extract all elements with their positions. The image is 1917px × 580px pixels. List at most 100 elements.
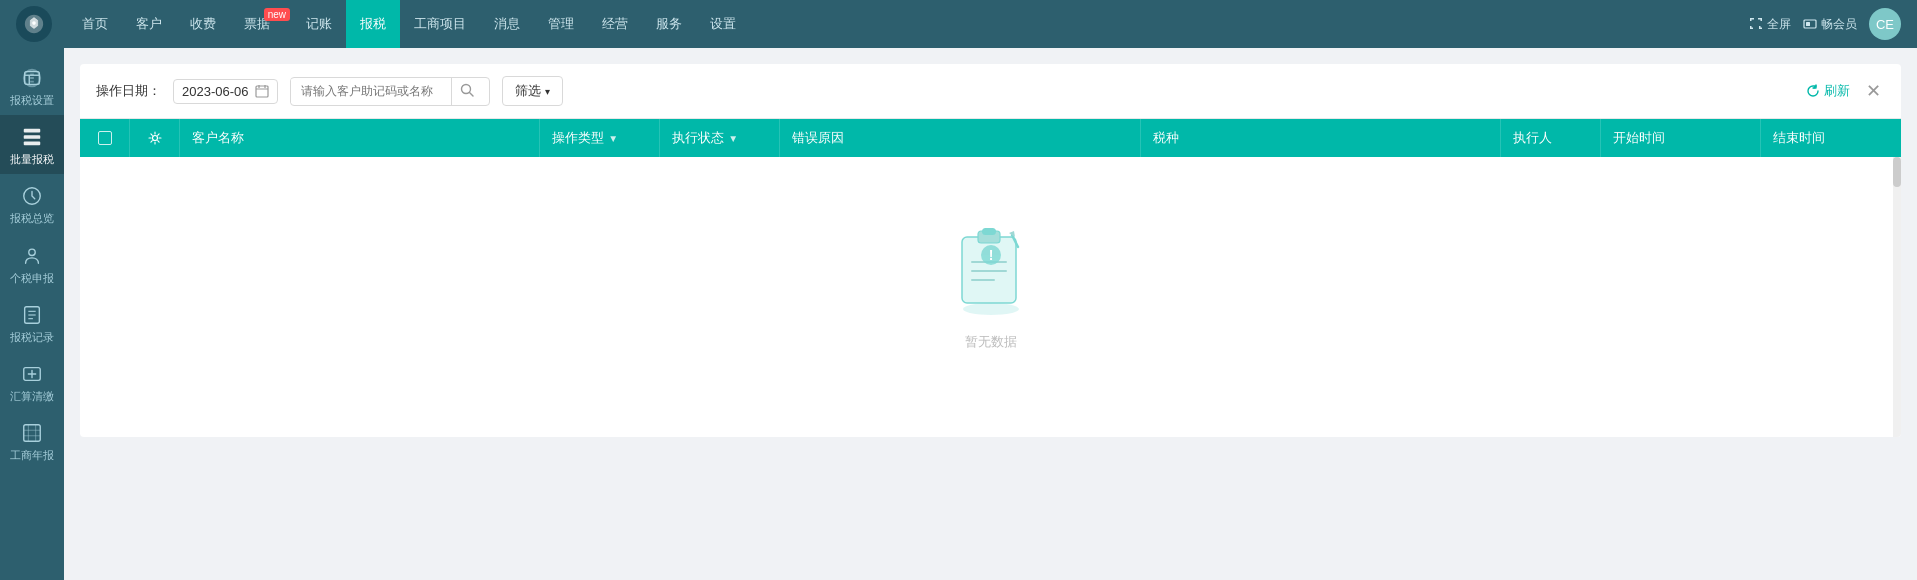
refresh-label: 刷新 xyxy=(1824,82,1850,100)
th-end-time: 结束时间 xyxy=(1761,119,1901,157)
sidebar-item-personal-tax[interactable]: 个税申报 xyxy=(0,234,64,293)
date-picker[interactable]: 2023-06-06 xyxy=(173,79,278,104)
empty-text: 暂无数据 xyxy=(965,333,1017,351)
nav-accounting[interactable]: 记账 xyxy=(292,0,346,48)
th-start-time-label: 开始时间 xyxy=(1613,129,1665,147)
svg-point-23 xyxy=(152,136,157,141)
settlement-icon xyxy=(20,362,44,386)
date-value: 2023-06-06 xyxy=(182,84,249,99)
sidebar-item-tax-overview[interactable]: 报税总览 xyxy=(0,174,64,233)
sidebar-label-batch-tax: 批量报税 xyxy=(10,153,54,166)
th-checkbox[interactable] xyxy=(80,119,130,157)
top-nav-right: 全屏 畅会员 CE xyxy=(1749,8,1901,40)
refresh-icon xyxy=(1806,84,1820,98)
close-button[interactable]: ✕ xyxy=(1862,80,1885,102)
sidebar-label-annual-report: 工商年报 xyxy=(10,449,54,462)
toolbar: 操作日期： 2023-06-06 xyxy=(80,64,1901,119)
filter-icon-operation: ▼ xyxy=(608,133,618,144)
th-operation-type-label: 操作类型 xyxy=(552,129,604,147)
th-operation-type[interactable]: 操作类型 ▼ xyxy=(540,119,660,157)
scrollbar[interactable] xyxy=(1893,157,1901,437)
svg-rect-16 xyxy=(24,425,41,442)
th-tax-type: 税种 xyxy=(1141,119,1501,157)
table-body: ! 暂无数据 xyxy=(80,157,1901,437)
empty-state: ! 暂无数据 xyxy=(80,157,1901,431)
svg-line-22 xyxy=(469,92,473,96)
refresh-button[interactable]: 刷新 xyxy=(1806,82,1850,100)
sidebar-label-tax-record: 报税记录 xyxy=(10,331,54,344)
sidebar-item-annual-report[interactable]: 工商年报 xyxy=(0,411,64,470)
search-box[interactable] xyxy=(290,77,490,106)
settings-icon xyxy=(20,66,44,90)
record-icon xyxy=(20,303,44,327)
scrollbar-thumb[interactable] xyxy=(1893,157,1901,187)
app-logo[interactable] xyxy=(16,6,52,42)
th-error-reason-label: 错误原因 xyxy=(792,129,844,147)
th-error-reason: 错误原因 xyxy=(780,119,1140,157)
column-settings-icon xyxy=(148,131,162,145)
member-button[interactable]: 畅会员 xyxy=(1803,16,1857,33)
annual-icon xyxy=(20,421,44,445)
nav-home[interactable]: 首页 xyxy=(68,0,122,48)
nav-service[interactable]: 服务 xyxy=(642,0,696,48)
empty-illustration: ! xyxy=(946,217,1036,317)
date-label: 操作日期： xyxy=(96,82,161,100)
nav-industry[interactable]: 工商项目 xyxy=(400,0,480,48)
fullscreen-button[interactable]: 全屏 xyxy=(1749,16,1791,33)
search-icon xyxy=(460,83,474,97)
nav-invoice[interactable]: 票据 new xyxy=(230,0,292,48)
nav-settings[interactable]: 设置 xyxy=(696,0,750,48)
sidebar-label-tax-overview: 报税总览 xyxy=(10,212,54,225)
main-content: 操作日期： 2023-06-06 xyxy=(64,48,1917,580)
th-settings[interactable] xyxy=(130,119,180,157)
invoice-badge: new xyxy=(264,8,290,21)
svg-rect-8 xyxy=(24,142,41,146)
sidebar-item-batch-tax[interactable]: 批量报税 xyxy=(0,115,64,174)
sidebar-label-settlement: 汇算清缴 xyxy=(10,390,54,403)
chevron-down-icon: ▾ xyxy=(545,86,550,97)
page-container: 操作日期： 2023-06-06 xyxy=(80,64,1901,437)
sidebar-label-personal-tax: 个税申报 xyxy=(10,272,54,285)
svg-rect-27 xyxy=(982,228,996,235)
svg-rect-6 xyxy=(24,129,41,133)
filter-icon-status: ▼ xyxy=(728,133,738,144)
sidebar-item-tax-record[interactable]: 报税记录 xyxy=(0,293,64,352)
svg-rect-2 xyxy=(1806,22,1810,26)
nav-collection[interactable]: 收费 xyxy=(176,0,230,48)
th-start-time: 开始时间 xyxy=(1601,119,1761,157)
nav-message[interactable]: 消息 xyxy=(480,0,534,48)
nav-manage[interactable]: 管理 xyxy=(534,0,588,48)
nav-customer[interactable]: 客户 xyxy=(122,0,176,48)
th-execution-status[interactable]: 执行状态 ▼ xyxy=(660,119,780,157)
th-end-time-label: 结束时间 xyxy=(1773,129,1825,147)
search-button[interactable] xyxy=(451,78,482,105)
nav-menu: 首页 客户 收费 票据 new 记账 报税 工商项目 消息 管理 经营 服务 设… xyxy=(68,0,1749,48)
user-avatar[interactable]: CE xyxy=(1869,8,1901,40)
calendar-icon xyxy=(255,84,269,98)
svg-point-10 xyxy=(29,249,35,255)
overview-icon xyxy=(20,184,44,208)
filter-button[interactable]: 筛选 ▾ xyxy=(502,76,563,106)
nav-finance[interactable]: 经营 xyxy=(588,0,642,48)
svg-text:!: ! xyxy=(988,247,993,263)
th-executor: 执行人 xyxy=(1501,119,1601,157)
svg-rect-7 xyxy=(24,135,41,139)
sidebar: 报税设置 批量报税 报税总览 个税申报 xyxy=(0,48,64,580)
sidebar-item-tax-settings[interactable]: 报税设置 xyxy=(0,56,64,115)
th-customer-name-label: 客户名称 xyxy=(192,129,244,147)
nav-tax[interactable]: 报税 xyxy=(346,0,400,48)
select-all-checkbox[interactable] xyxy=(98,131,112,145)
th-executor-label: 执行人 xyxy=(1513,129,1552,147)
svg-point-0 xyxy=(32,21,36,25)
svg-point-24 xyxy=(963,303,1019,315)
th-customer-name: 客户名称 xyxy=(180,119,540,157)
th-tax-type-label: 税种 xyxy=(1153,129,1179,147)
search-input[interactable] xyxy=(291,79,451,103)
filter-label: 筛选 xyxy=(515,82,541,100)
table-header: 客户名称 操作类型 ▼ 执行状态 ▼ 错误原因 税种 执行人 开始时间 xyxy=(80,119,1901,157)
top-navigation: 首页 客户 收费 票据 new 记账 报税 工商项目 消息 管理 经营 服务 设… xyxy=(0,0,1917,48)
sidebar-item-settlement[interactable]: 汇算清缴 xyxy=(0,352,64,411)
batch-icon xyxy=(20,125,44,149)
th-execution-status-label: 执行状态 xyxy=(672,129,724,147)
personal-icon xyxy=(20,244,44,268)
